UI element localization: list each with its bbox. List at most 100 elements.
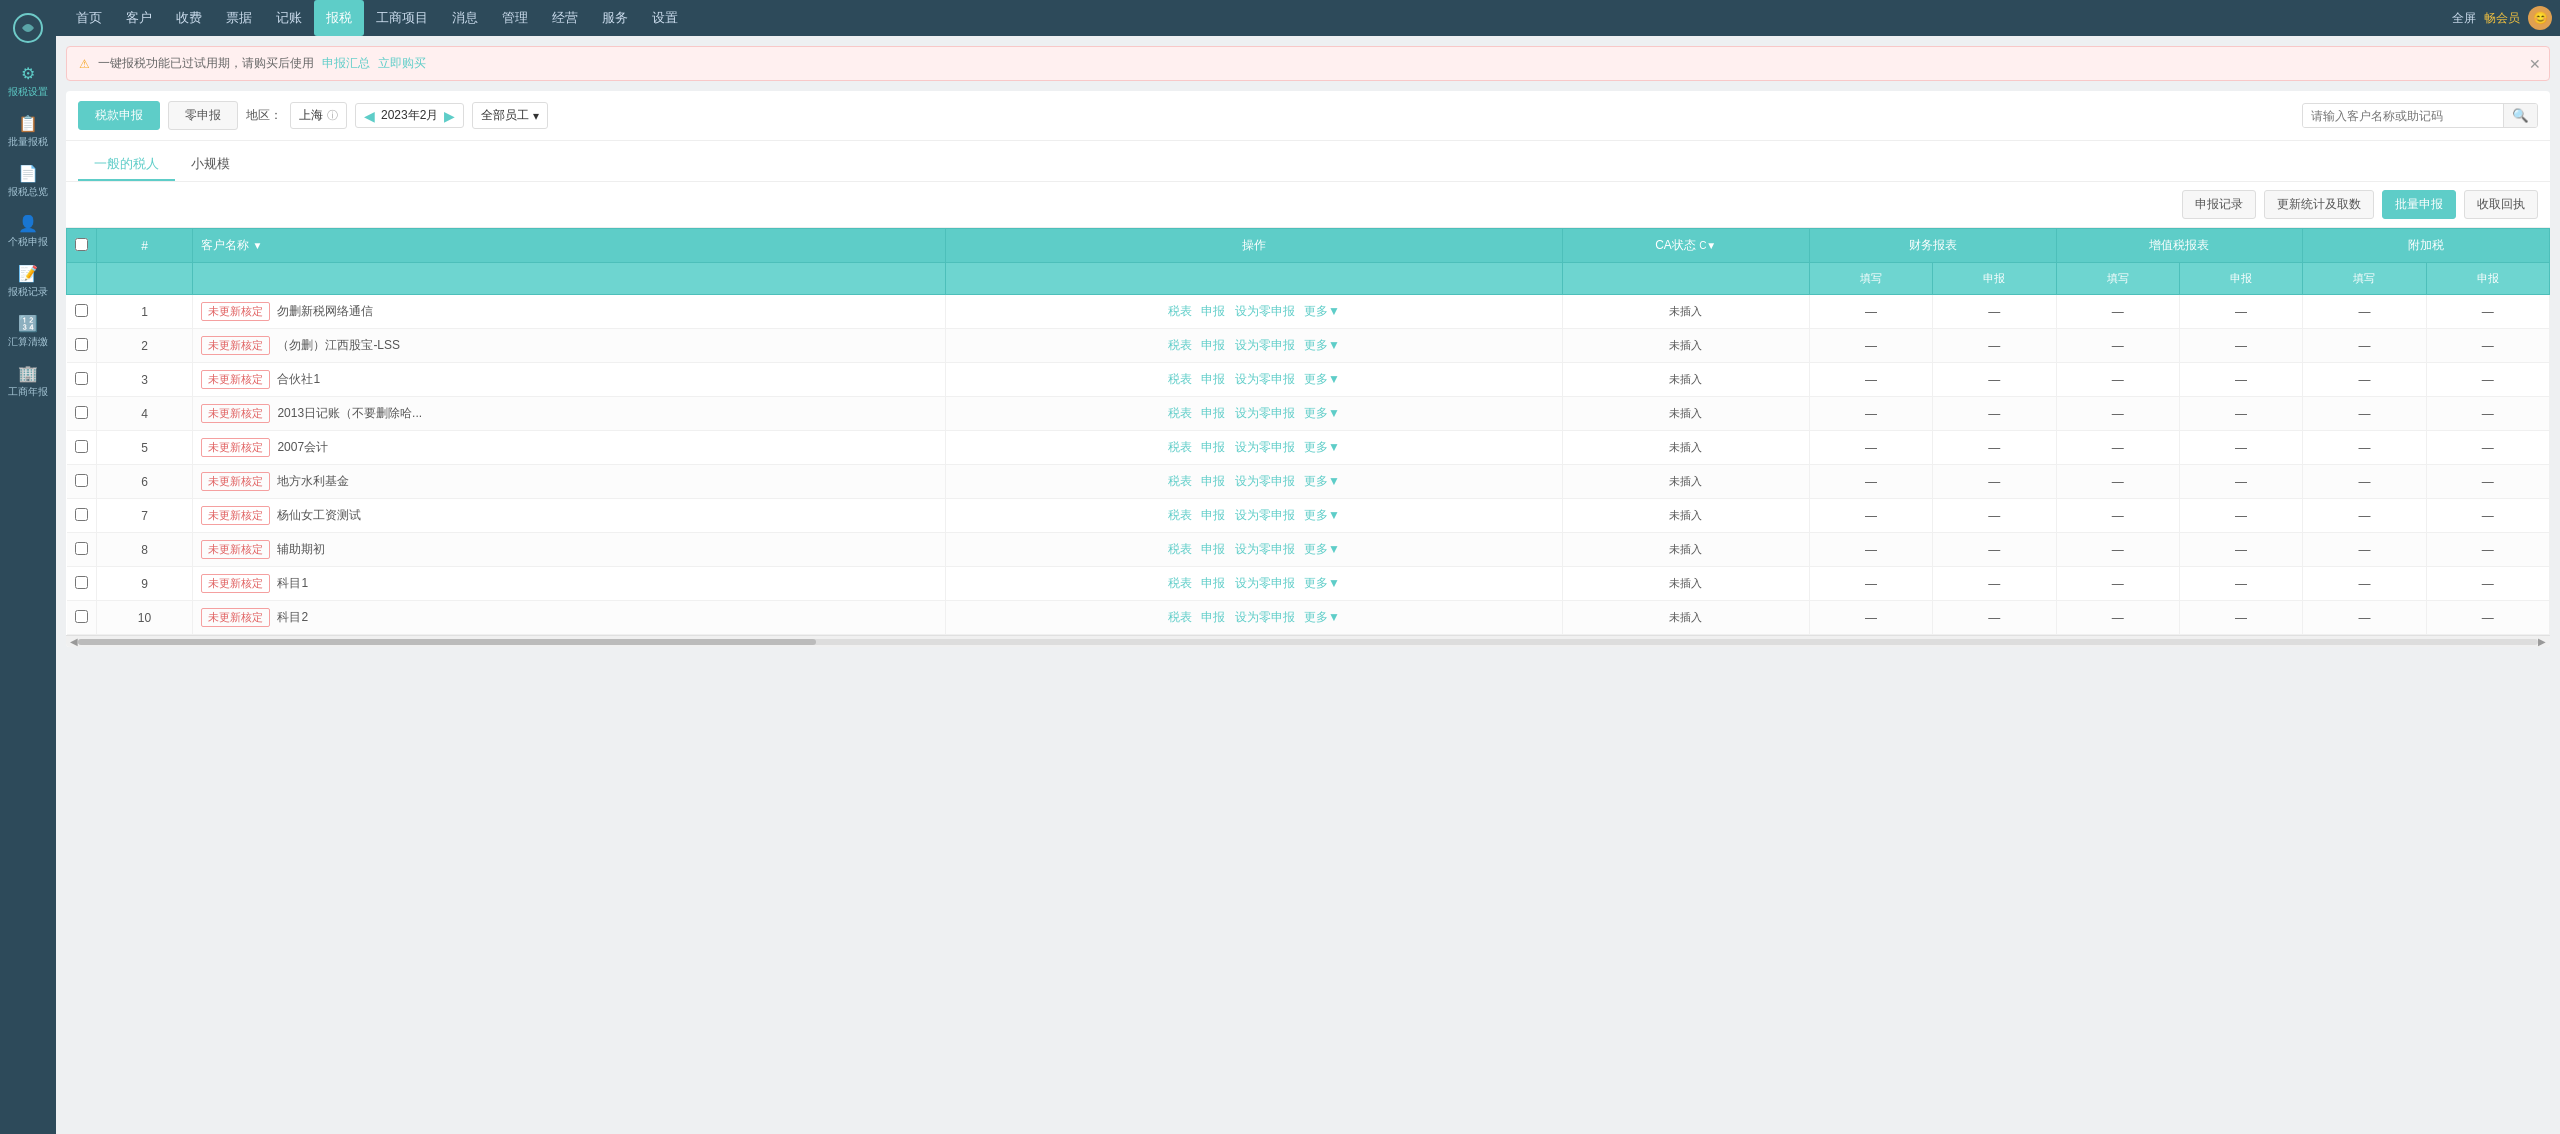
nav-accounting[interactable]: 记账 [264,0,314,36]
row-checkbox-6[interactable] [75,508,88,521]
op-tax-table-1[interactable]: 税表 [1168,338,1192,352]
op-set-zero-5[interactable]: 设为零申报 [1235,474,1295,488]
op-declare-8[interactable]: 申报 [1201,576,1225,590]
op-declare-4[interactable]: 申报 [1201,440,1225,454]
sidebar-item-business-report[interactable]: 🏢 工商年报 [0,356,56,406]
row-fin-declare-7: — [1933,533,2056,567]
sidebar-item-tax-records[interactable]: 📝 报税记录 [0,256,56,306]
retrieve-btn[interactable]: 收取回执 [2464,190,2538,219]
op-set-zero-1[interactable]: 设为零申报 [1235,338,1295,352]
date-prev-btn[interactable]: ◀ [364,108,375,124]
op-declare-3[interactable]: 申报 [1201,406,1225,420]
op-tax-table-0[interactable]: 税表 [1168,304,1192,318]
batch-declare-btn[interactable]: 批量申报 [2382,190,2456,219]
op-more-3[interactable]: 更多▼ [1304,406,1340,420]
row-ops-1: 税表 申报 设为零申报 更多▼ [946,329,1563,363]
op-declare-6[interactable]: 申报 [1201,508,1225,522]
sidebar-item-batch-tax[interactable]: 📋 批量报税 [0,106,56,156]
row-checkbox-8[interactable] [75,576,88,589]
tab-small-scale[interactable]: 小规模 [175,149,246,181]
op-tax-table-8[interactable]: 税表 [1168,576,1192,590]
row-checkbox-5[interactable] [75,474,88,487]
op-set-zero-2[interactable]: 设为零申报 [1235,372,1295,386]
op-declare-9[interactable]: 申报 [1201,610,1225,624]
op-tax-table-7[interactable]: 税表 [1168,542,1192,556]
scroll-left-btn[interactable]: ◀ [70,636,78,647]
nav-fee[interactable]: 收费 [164,0,214,36]
op-declare-0[interactable]: 申报 [1201,304,1225,318]
search-input[interactable] [2303,105,2503,127]
date-next-btn[interactable]: ▶ [444,108,455,124]
row-ops-6: 税表 申报 设为零申报 更多▼ [946,499,1563,533]
op-more-8[interactable]: 更多▼ [1304,576,1340,590]
nav-tax[interactable]: 报税 [314,0,364,36]
alert-close-btn[interactable]: ✕ [2529,56,2541,72]
nav-message[interactable]: 消息 [440,0,490,36]
search-button[interactable]: 🔍 [2503,104,2537,127]
op-more-9[interactable]: 更多▼ [1304,610,1340,624]
op-declare-2[interactable]: 申报 [1201,372,1225,386]
update-stats-btn[interactable]: 更新统计及取数 [2264,190,2374,219]
tab-declare[interactable]: 税款申报 [78,101,160,130]
tab-normal-taxpayer[interactable]: 一般的税人 [78,149,175,181]
row-checkbox-4[interactable] [75,440,88,453]
region-selector[interactable]: 上海 ⓘ [290,102,347,129]
op-more-5[interactable]: 更多▼ [1304,474,1340,488]
row-fin-declare-6: — [1933,499,2056,533]
nav-home[interactable]: 首页 [64,0,114,36]
op-tax-table-2[interactable]: 税表 [1168,372,1192,386]
row-checkbox-3[interactable] [75,406,88,419]
client-name-2: 合伙社1 [277,372,320,386]
select-all-checkbox[interactable] [75,238,88,251]
op-declare-7[interactable]: 申报 [1201,542,1225,556]
row-ca-4: 未插入 [1562,431,1809,465]
row-checkbox-1[interactable] [75,338,88,351]
upgrade-btn[interactable]: 畅会员 [2484,10,2520,27]
row-checkbox-2[interactable] [75,372,88,385]
tab-zero[interactable]: 零申报 [168,101,238,130]
sidebar-item-tax-settings[interactable]: ⚙ 报税设置 [0,56,56,106]
staff-selector[interactable]: 全部员工 ▾ [472,102,548,129]
op-more-2[interactable]: 更多▼ [1304,372,1340,386]
op-set-zero-9[interactable]: 设为零申报 [1235,610,1295,624]
op-declare-5[interactable]: 申报 [1201,474,1225,488]
nav-manage[interactable]: 管理 [490,0,540,36]
op-more-0[interactable]: 更多▼ [1304,304,1340,318]
declare-records-btn[interactable]: 申报记录 [2182,190,2256,219]
nav-business-project[interactable]: 工商项目 [364,0,440,36]
sidebar-item-personal-tax[interactable]: 👤 个税申报 [0,206,56,256]
nav-operation[interactable]: 经营 [540,0,590,36]
fullscreen-label[interactable]: 全屏 [2452,10,2476,27]
scroll-right-btn[interactable]: ▶ [2538,636,2546,647]
alert-link-buy[interactable]: 立即购买 [378,55,426,72]
op-tax-table-6[interactable]: 税表 [1168,508,1192,522]
sidebar-item-tax-overview[interactable]: 📄 报税总览 [0,156,56,206]
op-set-zero-7[interactable]: 设为零申报 [1235,542,1295,556]
op-set-zero-3[interactable]: 设为零申报 [1235,406,1295,420]
row-add-declare-4: — [2426,431,2549,465]
row-ca-2: 未插入 [1562,363,1809,397]
op-set-zero-6[interactable]: 设为零申报 [1235,508,1295,522]
op-tax-table-5[interactable]: 税表 [1168,474,1192,488]
op-tax-table-9[interactable]: 税表 [1168,610,1192,624]
row-checkbox-9[interactable] [75,610,88,623]
op-set-zero-8[interactable]: 设为零申报 [1235,576,1295,590]
nav-invoice[interactable]: 票据 [214,0,264,36]
op-set-zero-4[interactable]: 设为零申报 [1235,440,1295,454]
nav-client[interactable]: 客户 [114,0,164,36]
op-more-4[interactable]: 更多▼ [1304,440,1340,454]
op-more-1[interactable]: 更多▼ [1304,338,1340,352]
row-checkbox-7[interactable] [75,542,88,555]
alert-link-summary[interactable]: 申报汇总 [322,55,370,72]
op-more-7[interactable]: 更多▼ [1304,542,1340,556]
sidebar-item-settlement[interactable]: 🔢 汇算清缴 [0,306,56,356]
op-declare-1[interactable]: 申报 [1201,338,1225,352]
op-tax-table-4[interactable]: 税表 [1168,440,1192,454]
user-avatar[interactable]: 😊 [2528,6,2552,30]
nav-service[interactable]: 服务 [590,0,640,36]
nav-settings[interactable]: 设置 [640,0,690,36]
op-set-zero-0[interactable]: 设为零申报 [1235,304,1295,318]
op-more-6[interactable]: 更多▼ [1304,508,1340,522]
row-checkbox-0[interactable] [75,304,88,317]
op-tax-table-3[interactable]: 税表 [1168,406,1192,420]
